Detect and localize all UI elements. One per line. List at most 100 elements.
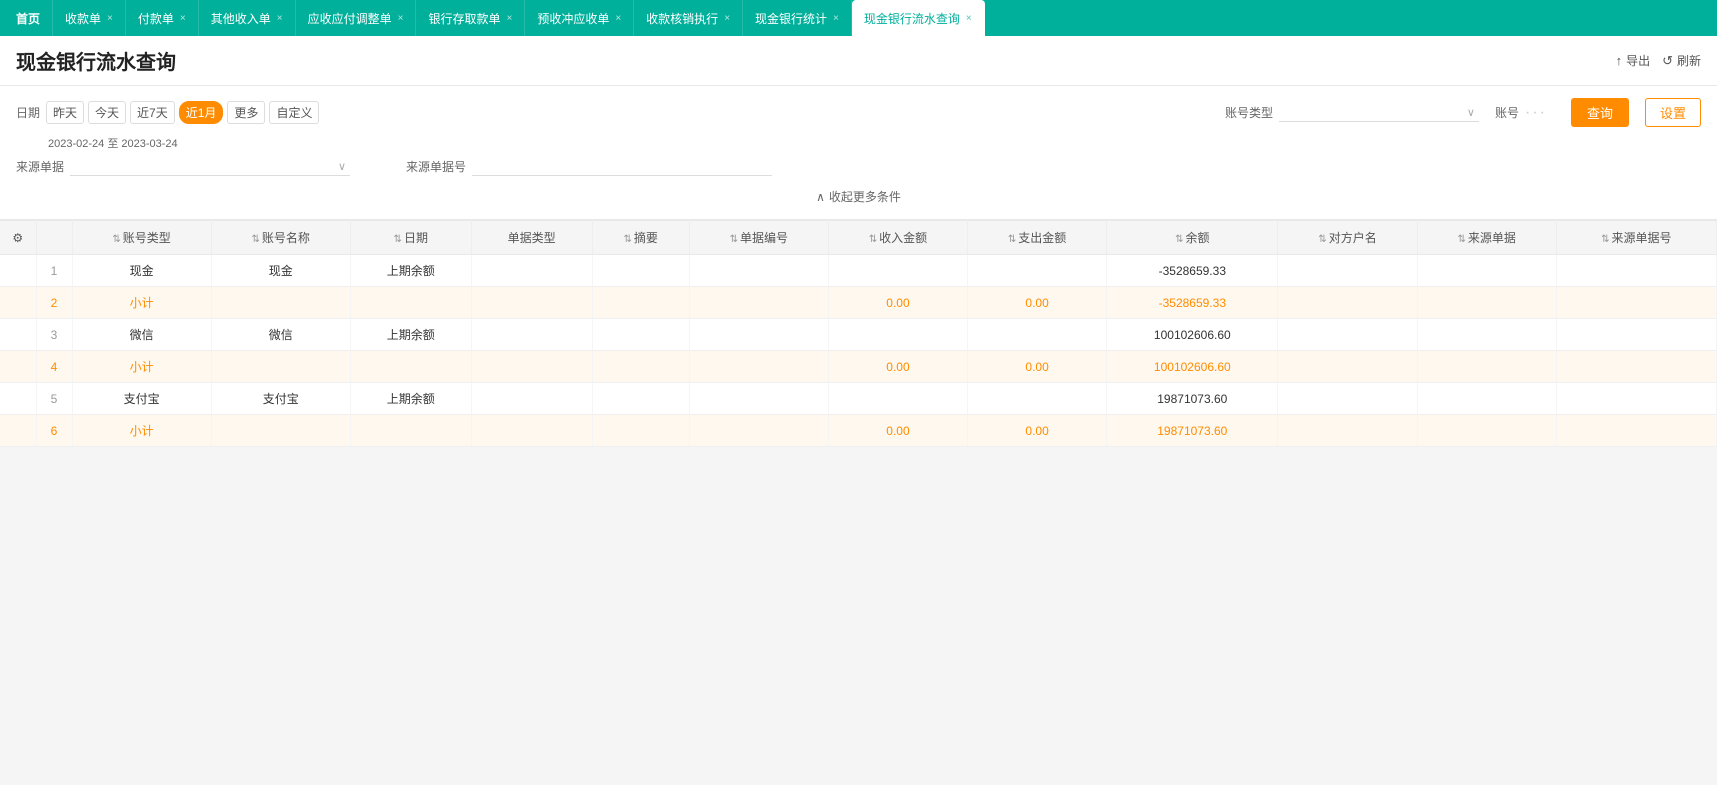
sort-icon: ⇅ xyxy=(252,234,260,245)
row-counterpart xyxy=(1278,287,1417,319)
date-range-display: 2023-02-24 至 2023-03-24 xyxy=(48,135,1701,151)
row-doc-no xyxy=(689,351,828,383)
query-button[interactable]: 查询 xyxy=(1571,98,1629,127)
row-income xyxy=(828,319,967,351)
sort-icon: ⇅ xyxy=(623,234,631,245)
nav-tab-现金银行统计[interactable]: 现金银行统计 × xyxy=(743,0,852,36)
row-doc-type xyxy=(471,383,592,415)
sort-icon: ⇅ xyxy=(394,234,402,245)
row-balance: 100102606.60 xyxy=(1107,351,1278,383)
date-range-text: 2023-02-24 至 2023-03-24 xyxy=(48,138,178,150)
source-doc-num-label: 来源单据号 xyxy=(406,158,466,175)
row-summary xyxy=(592,415,689,447)
row-expense xyxy=(968,383,1107,415)
col-balance[interactable]: ⇅余额 xyxy=(1107,221,1278,255)
row-income: 0.00 xyxy=(828,287,967,319)
row-counterpart xyxy=(1278,415,1417,447)
tab-label: 银行存取款单 xyxy=(428,10,500,27)
date-option-自定义[interactable]: 自定义 xyxy=(269,101,319,124)
nav-tab-应收应付调整单[interactable]: 应收应付调整单 × xyxy=(296,0,417,36)
nav-tab-银行存取款单[interactable]: 银行存取款单 × xyxy=(416,0,525,36)
tab-close-icon[interactable]: × xyxy=(615,13,621,24)
account-type-select[interactable]: ∨ xyxy=(1279,104,1479,122)
filter-area: 日期 昨天今天近7天近1月更多自定义 账号类型 ∨ 账号 ··· 查询 设置 2… xyxy=(0,86,1717,220)
row-counterpart xyxy=(1278,351,1417,383)
tab-label: 现金银行统计 xyxy=(755,10,827,27)
tab-label: 应收应付调整单 xyxy=(308,10,392,27)
settings-button[interactable]: 设置 xyxy=(1645,98,1701,127)
date-option-近7天[interactable]: 近7天 xyxy=(130,101,175,124)
row-account-name: 现金 xyxy=(211,255,350,287)
row-settings xyxy=(0,319,36,351)
col-account-name[interactable]: ⇅账号名称 xyxy=(211,221,350,255)
nav-tab-收款单[interactable]: 收款单× xyxy=(53,0,126,36)
nav-tab-其他收入单[interactable]: 其他收入单× xyxy=(199,0,296,36)
date-option-今天[interactable]: 今天 xyxy=(88,101,126,124)
sort-icon: ⇅ xyxy=(1175,234,1183,245)
ellipsis-icon[interactable]: ··· xyxy=(1525,104,1547,122)
col-date[interactable]: ⇅日期 xyxy=(350,221,471,255)
tab-close-icon[interactable]: × xyxy=(398,13,404,24)
export-icon: ↑ xyxy=(1616,53,1623,68)
tab-close-icon[interactable]: × xyxy=(506,13,512,24)
export-button[interactable]: ↑ 导出 xyxy=(1616,52,1651,69)
row-counterpart xyxy=(1278,319,1417,351)
row-account-type: 小计 xyxy=(72,351,211,383)
col-summary[interactable]: ⇅摘要 xyxy=(592,221,689,255)
col-account-type[interactable]: ⇅账号类型 xyxy=(72,221,211,255)
row-date xyxy=(350,287,471,319)
date-option-昨天[interactable]: 昨天 xyxy=(46,101,84,124)
col-expense[interactable]: ⇅支出金额 xyxy=(968,221,1107,255)
col-source-doc[interactable]: ⇅来源单据 xyxy=(1417,221,1556,255)
row-doc-no xyxy=(689,287,828,319)
data-table-container: ⚙ ⇅账号类型 ⇅账号名称 ⇅日期 单据类型 ⇅摘要 ⇅单据编号 xyxy=(0,220,1717,447)
source-doc-num-input[interactable] xyxy=(472,157,772,176)
nav-tab-付款单[interactable]: 付款单× xyxy=(126,0,199,36)
tab-close-icon[interactable]: × xyxy=(833,13,839,24)
date-filter-group: 日期 昨天今天近7天近1月更多自定义 xyxy=(16,101,319,124)
row-source-doc xyxy=(1417,255,1556,287)
nav-tab-现金银行流水查询[interactable]: 现金银行流水查询× xyxy=(852,0,985,36)
refresh-icon: ↺ xyxy=(1662,53,1673,69)
sort-icon: ⇅ xyxy=(869,234,877,245)
row-summary xyxy=(592,255,689,287)
tab-close-icon[interactable]: × xyxy=(107,13,113,24)
row-balance: 19871073.60 xyxy=(1107,383,1278,415)
date-option-更多[interactable]: 更多 xyxy=(227,101,265,124)
table-row: 4小计0.000.00100102606.60 xyxy=(0,351,1717,383)
row-balance: 19871073.60 xyxy=(1107,415,1278,447)
row-date xyxy=(350,415,471,447)
refresh-button[interactable]: ↺ 刷新 xyxy=(1662,52,1701,69)
tab-close-icon[interactable]: × xyxy=(277,13,283,24)
nav-tab-预收冲应收单[interactable]: 预收冲应收单× xyxy=(525,0,634,36)
tab-close-icon[interactable]: × xyxy=(724,13,730,24)
collapse-up-icon: ∧ xyxy=(816,190,825,204)
date-option-近1月[interactable]: 近1月 xyxy=(179,101,224,124)
source-doc-filter: 来源单据 ∨ xyxy=(16,158,350,176)
row-source-doc-no xyxy=(1556,415,1716,447)
row-income: 0.00 xyxy=(828,351,967,383)
tab-label: 收款核销执行 xyxy=(646,10,718,27)
col-doc-no[interactable]: ⇅单据编号 xyxy=(689,221,828,255)
row-account-type: 小计 xyxy=(72,415,211,447)
row-index: 3 xyxy=(36,319,72,351)
col-source-doc-no[interactable]: ⇅来源单据号 xyxy=(1556,221,1716,255)
table-row: 5支付宝支付宝上期余额19871073.60 xyxy=(0,383,1717,415)
nav-home[interactable]: 首页 xyxy=(4,0,53,36)
collapse-bar[interactable]: ∧ 收起更多条件 xyxy=(16,184,1701,211)
nav-tab-收款核销执行[interactable]: 收款核销执行 × xyxy=(634,0,743,36)
tab-close-icon[interactable]: × xyxy=(966,13,972,24)
tab-close-icon[interactable]: × xyxy=(180,13,186,24)
sort-icon: ⇅ xyxy=(1601,234,1609,245)
settings-col-header[interactable]: ⚙ xyxy=(0,221,36,255)
col-doc-type[interactable]: 单据类型 xyxy=(471,221,592,255)
source-doc-select[interactable]: ∨ xyxy=(70,158,350,176)
source-doc-num-filter: 来源单据号 xyxy=(406,157,772,176)
col-income[interactable]: ⇅收入金额 xyxy=(828,221,967,255)
col-counterpart[interactable]: ⇅对方户名 xyxy=(1278,221,1417,255)
row-doc-type xyxy=(471,319,592,351)
row-doc-no xyxy=(689,319,828,351)
row-account-name xyxy=(211,351,350,383)
row-account-name xyxy=(211,415,350,447)
row-doc-type xyxy=(471,287,592,319)
